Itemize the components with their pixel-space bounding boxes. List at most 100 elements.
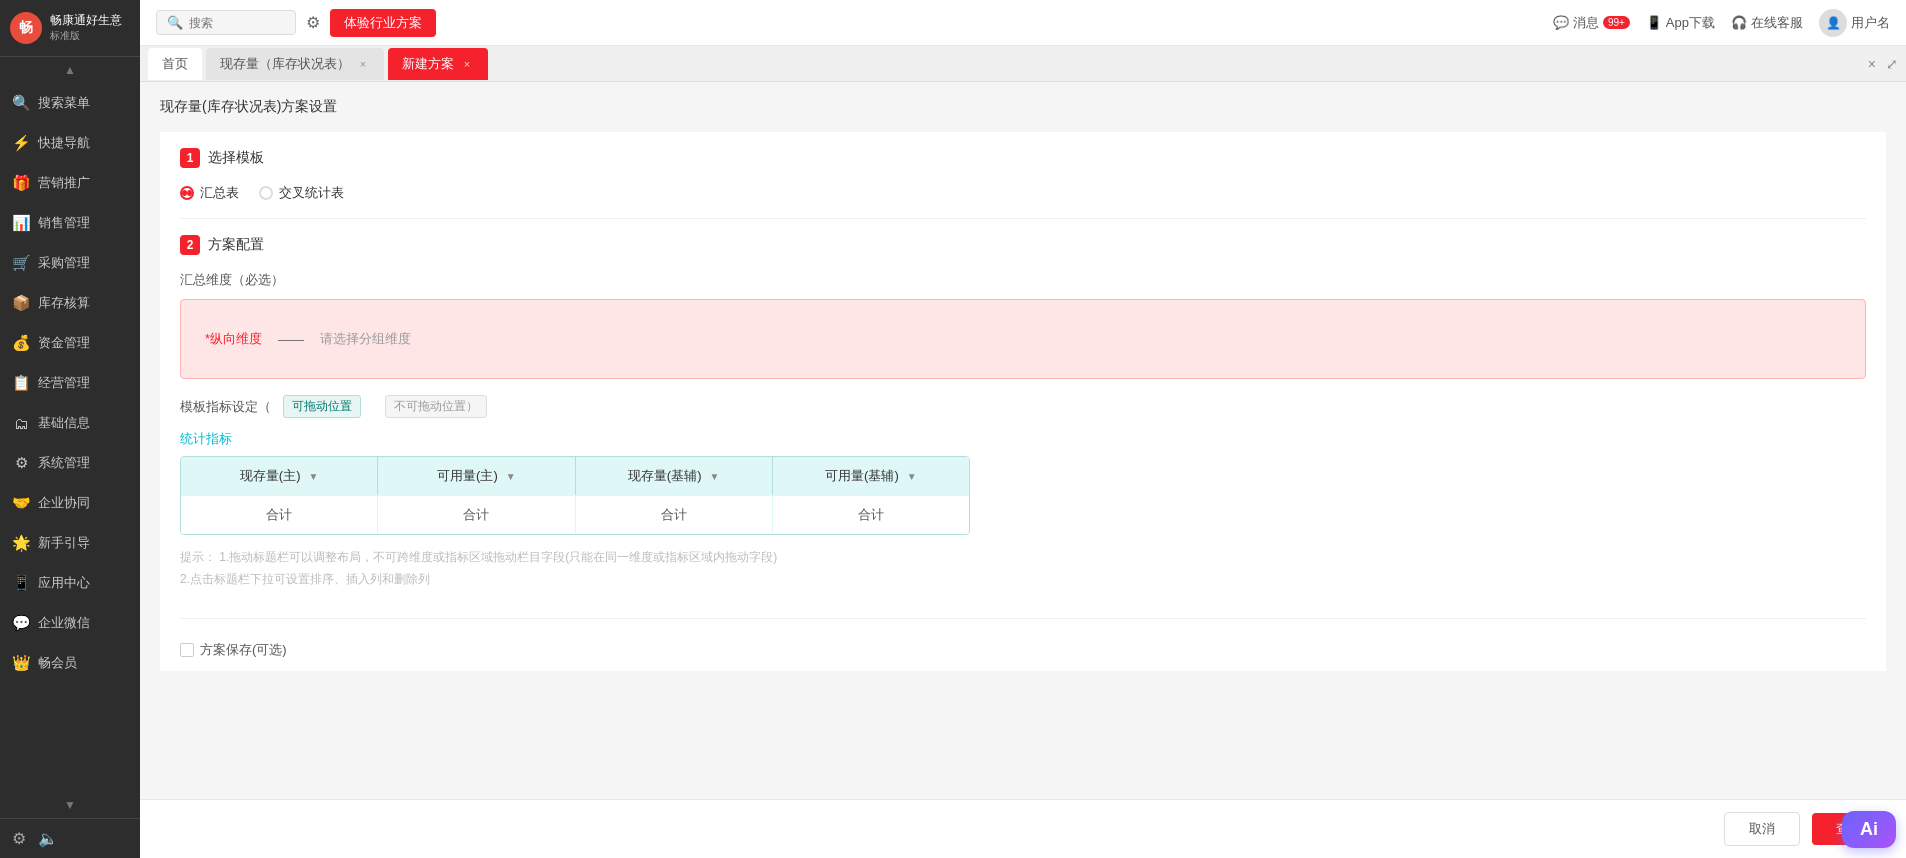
logo-icon: 畅	[10, 12, 42, 44]
sidebar-label-basic-info: 基础信息	[38, 414, 90, 432]
save-checkbox[interactable]	[180, 643, 194, 657]
tab-home[interactable]: 首页	[148, 48, 202, 80]
sidebar-item-guide[interactable]: 🌟 新手引导	[0, 523, 140, 563]
sidebar-scroll-down[interactable]: ▼	[0, 792, 140, 818]
speaker-icon[interactable]: 🔈	[38, 829, 58, 848]
sidebar-label-inventory: 库存核算	[38, 294, 90, 312]
sidebar-label-finance: 资金管理	[38, 334, 90, 352]
metrics-table: 现存量(主) ▼ 可用量(主) ▼ 现存量(基辅) ▼ 可用量(基辅)	[180, 456, 970, 535]
sidebar-label-management: 经营管理	[38, 374, 90, 392]
expand-window-icon[interactable]: ⤢	[1886, 56, 1898, 72]
radio-summary[interactable]: 汇总表	[180, 184, 239, 202]
settings-icon[interactable]: ⚙	[12, 829, 26, 848]
dimension-required-label: 汇总维度（必选）	[180, 271, 1866, 289]
section2-title: 方案配置	[208, 236, 264, 254]
template-section: 1 选择模板 汇总表 交叉统计表	[160, 132, 1886, 218]
section1-header: 1 选择模板	[180, 148, 1866, 168]
top-header: 🔍 ⚙ 体验行业方案 💬 消息 99+ 📱 App下载 🎧 在线客服 👤	[140, 0, 1906, 46]
tab-new-plan-close[interactable]: ×	[460, 57, 474, 71]
metrics-header-col3[interactable]: 现存量(基辅) ▼	[576, 457, 773, 495]
chevron-down-icon-2: ▼	[506, 471, 516, 482]
sidebar-item-enterprise[interactable]: 🤝 企业协同	[0, 483, 140, 523]
tab-inventory-close[interactable]: ×	[356, 57, 370, 71]
tab-home-label: 首页	[162, 55, 188, 73]
section1-number: 1	[180, 148, 200, 168]
main-wrapper: 🔍 ⚙ 体验行业方案 💬 消息 99+ 📱 App下载 🎧 在线客服 👤	[140, 0, 1906, 858]
user-avatar-item[interactable]: 👤 用户名	[1819, 9, 1890, 37]
header-right: 💬 消息 99+ 📱 App下载 🎧 在线客服 👤 用户名	[1553, 9, 1890, 37]
chevron-down-icon-4: ▼	[907, 471, 917, 482]
sidebar-nav: 🔍 搜索菜单 ⚡ 快捷导航 🎁 营销推广 📊 销售管理 🛒 采购管理 📦 库存核…	[0, 83, 140, 792]
sidebar-item-wechat[interactable]: 💬 企业微信	[0, 603, 140, 643]
sidebar-icon-quick-nav: ⚡	[12, 134, 30, 152]
search-input[interactable]	[189, 16, 269, 30]
metrics-cell-2: 合计	[378, 496, 575, 534]
tab-inventory-status[interactable]: 现存量（库存状况表） ×	[206, 48, 384, 80]
radio-cross-circle	[259, 186, 273, 200]
sidebar-logo: 畅 畅康通好生意 标准版	[0, 0, 140, 57]
vertical-dim-dash: ——	[278, 332, 304, 347]
online-service-item[interactable]: 🎧 在线客服	[1731, 14, 1803, 32]
sidebar-icon-system: ⚙	[12, 454, 30, 472]
metrics-header-col1[interactable]: 现存量(主) ▼	[181, 457, 378, 495]
sidebar-item-search-menu[interactable]: 🔍 搜索菜单	[0, 83, 140, 123]
stats-title: 统计指标	[180, 430, 1866, 448]
radio-cross[interactable]: 交叉统计表	[259, 184, 344, 202]
industry-btn[interactable]: 体验行业方案	[330, 9, 436, 37]
sidebar-label-system: 系统管理	[38, 454, 90, 472]
header-search-box[interactable]: 🔍	[156, 10, 296, 35]
headset-icon: 🎧	[1731, 15, 1747, 30]
sidebar-item-finance[interactable]: 💰 资金管理	[0, 323, 140, 363]
logo-badge: 标准版	[50, 29, 122, 43]
divider2	[180, 618, 1866, 619]
section2-number: 2	[180, 235, 200, 255]
metrics-header-col4[interactable]: 可用量(基辅) ▼	[773, 457, 969, 495]
tab-new-plan[interactable]: 新建方案 ×	[388, 48, 488, 80]
metrics-header-col2[interactable]: 可用量(主) ▼	[378, 457, 575, 495]
sidebar-item-basic-info[interactable]: 🗂 基础信息	[0, 403, 140, 443]
sidebar-item-sales[interactable]: 📊 销售管理	[0, 203, 140, 243]
message-item[interactable]: 💬 消息 99+	[1553, 14, 1630, 32]
ai-fab-button[interactable]: Ai	[1842, 811, 1896, 848]
radio-summary-circle	[180, 186, 194, 200]
sidebar-icon-finance: 💰	[12, 334, 30, 352]
sidebar-scroll-up[interactable]: ▲	[0, 57, 140, 83]
cancel-button[interactable]: 取消	[1724, 812, 1800, 846]
search-icon: 🔍	[167, 15, 183, 30]
save-checkbox-label[interactable]: 方案保存(可选)	[180, 641, 287, 659]
tips-section: 提示： 1.拖动标题栏可以调整布局，不可跨维度或指标区域拖动栏目字段(只能在同一…	[180, 535, 1866, 602]
sidebar-item-marketing[interactable]: 🎁 营销推广	[0, 163, 140, 203]
tab-inventory-label: 现存量（库存状况表）	[220, 55, 350, 73]
save-option: 方案保存(可选)	[160, 629, 1886, 671]
chevron-down-icon-1: ▼	[309, 471, 319, 482]
sidebar-icon-inventory: 📦	[12, 294, 30, 312]
sidebar-item-system[interactable]: ⚙ 系统管理	[0, 443, 140, 483]
header-gear-icon[interactable]: ⚙	[306, 13, 320, 32]
sidebar-icon-purchase: 🛒	[12, 254, 30, 272]
tips-line2: 2.点击标题栏下拉可设置排序、插入列和删除列	[180, 569, 1866, 591]
sidebar-item-management[interactable]: 📋 经营管理	[0, 363, 140, 403]
close-window-icon[interactable]: ×	[1868, 56, 1876, 72]
sidebar-item-quick-nav[interactable]: ⚡ 快捷导航	[0, 123, 140, 163]
sidebar-item-app-center[interactable]: 📱 应用中心	[0, 563, 140, 603]
action-bar: 取消 查询	[140, 799, 1906, 858]
logo-text: 畅康通好生意	[50, 13, 122, 29]
sidebar-icon-member: 👑	[12, 654, 30, 672]
sidebar-item-member[interactable]: 👑 畅会员	[0, 643, 140, 683]
page-title: 现存量(库存状况表)方案设置	[160, 98, 1886, 116]
no-drag-tag: 不可拖动位置）	[385, 395, 487, 418]
plan-config-section: 2 方案配置 汇总维度（必选） *纵向维度 —— 请选择分组维度 模板指标设定（…	[160, 219, 1886, 618]
app-download-item[interactable]: 📱 App下载	[1646, 14, 1715, 32]
sidebar-label-purchase: 采购管理	[38, 254, 90, 272]
sidebar-item-purchase[interactable]: 🛒 采购管理	[0, 243, 140, 283]
tab-new-plan-label: 新建方案	[402, 55, 454, 73]
sidebar-label-quick-nav: 快捷导航	[38, 134, 90, 152]
sidebar-label-marketing: 营销推广	[38, 174, 90, 192]
dimension-area: *纵向维度 —— 请选择分组维度	[180, 299, 1866, 379]
sidebar-label-sales: 销售管理	[38, 214, 90, 232]
sidebar-icon-app-center: 📱	[12, 574, 30, 592]
sidebar-item-inventory[interactable]: 📦 库存核算	[0, 283, 140, 323]
sidebar: 畅 畅康通好生意 标准版 ▲ 🔍 搜索菜单 ⚡ 快捷导航 🎁 营销推广 📊 销售…	[0, 0, 140, 858]
metrics-cell-3: 合计	[576, 496, 773, 534]
page-content: 现存量(库存状况表)方案设置 1 选择模板 汇总表	[140, 82, 1906, 799]
